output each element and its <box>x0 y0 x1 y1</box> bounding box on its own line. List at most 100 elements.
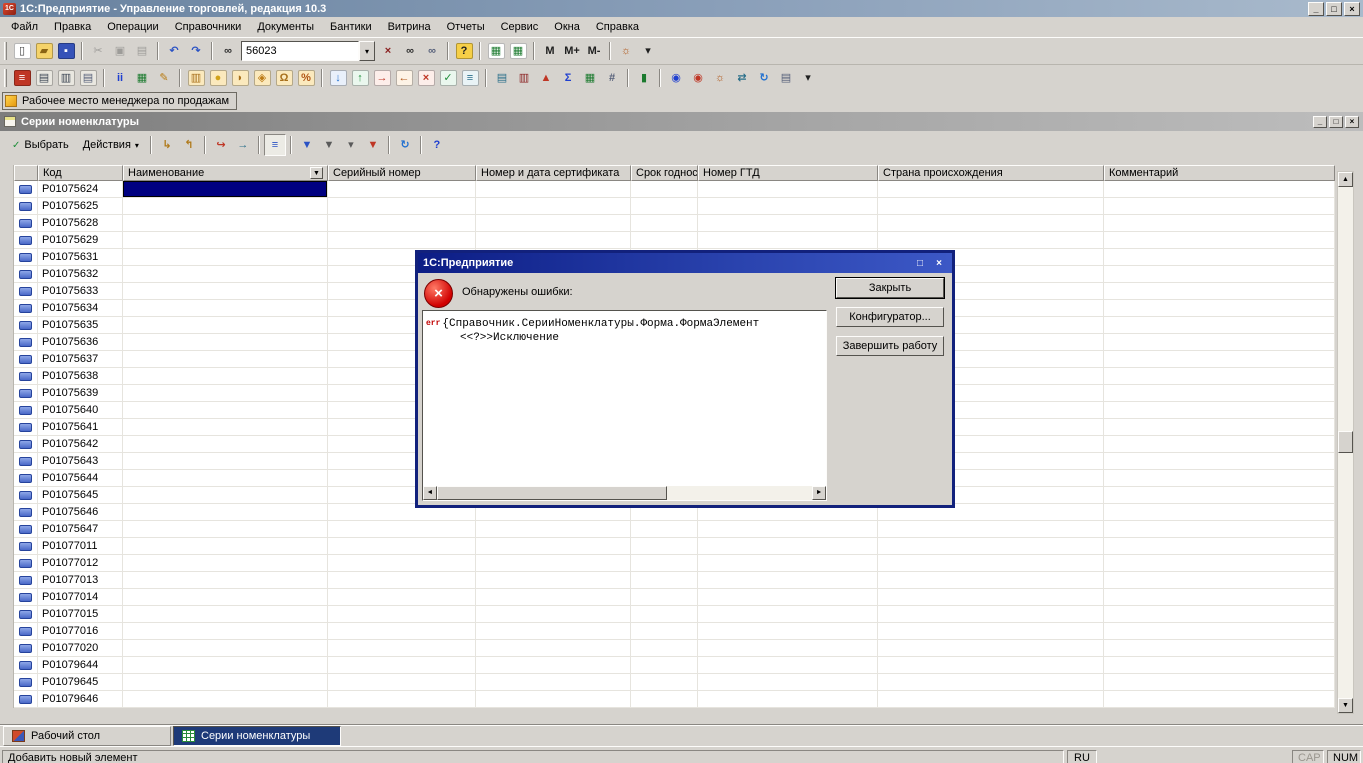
cell-comment[interactable] <box>1104 402 1335 419</box>
cell-name[interactable] <box>123 555 328 572</box>
cell-code[interactable]: Р01077011 <box>38 538 123 555</box>
cell-gtd[interactable] <box>698 538 878 555</box>
table-row[interactable]: Р01077020 <box>14 640 1335 657</box>
outgoing-document-icon[interactable]: ↑ <box>349 67 371 89</box>
posting-document-icon[interactable]: ✓ <box>437 67 459 89</box>
goto-combo-value[interactable]: 56023 <box>241 41 359 61</box>
cell-code[interactable]: Р01075645 <box>38 487 123 504</box>
menu-item-edit[interactable]: Правка <box>46 18 99 36</box>
cell-country[interactable] <box>878 589 1104 606</box>
menu-item-reports[interactable]: Отчеты <box>439 18 493 36</box>
cell-name[interactable] <box>123 317 328 334</box>
cell-code[interactable]: Р01075631 <box>38 249 123 266</box>
cell-exp[interactable] <box>631 623 698 640</box>
clear-filter-icon[interactable]: ▼ <box>362 134 384 156</box>
print-preview-icon[interactable]: ▥ <box>55 67 77 89</box>
table-row[interactable]: Р01077015 <box>14 606 1335 623</box>
cell-serial[interactable] <box>328 589 476 606</box>
cell-comment[interactable] <box>1104 487 1335 504</box>
cell-country[interactable] <box>878 521 1104 538</box>
scroll-right-icon[interactable]: ► <box>812 486 826 500</box>
cell-comment[interactable] <box>1104 181 1335 198</box>
chart-icon[interactable]: ▲ <box>535 67 557 89</box>
cell-gtd[interactable] <box>698 555 878 572</box>
cell-cert[interactable] <box>476 521 631 538</box>
cell-cert[interactable] <box>476 606 631 623</box>
edit-icon[interactable]: ✎ <box>153 67 175 89</box>
cell-name[interactable] <box>123 657 328 674</box>
cell-comment[interactable] <box>1104 640 1335 657</box>
cell-code[interactable]: Р01075644 <box>38 470 123 487</box>
transfer-document-icon[interactable]: → <box>371 67 393 89</box>
table-row[interactable]: Р01079645 <box>14 674 1335 691</box>
cell-name[interactable] <box>123 589 328 606</box>
error-hscrollbar[interactable]: ◄ ► <box>423 486 826 500</box>
cell-comment[interactable] <box>1104 232 1335 249</box>
cell-comment[interactable] <box>1104 453 1335 470</box>
return-document-icon[interactable]: ← <box>393 67 415 89</box>
cell-comment[interactable] <box>1104 351 1335 368</box>
cell-comment[interactable] <box>1104 436 1335 453</box>
table-row[interactable]: Р01077014 <box>14 589 1335 606</box>
cell-name[interactable] <box>123 334 328 351</box>
event-log-icon[interactable]: ▤ <box>775 67 797 89</box>
page-setup-icon[interactable]: ▤ <box>77 67 99 89</box>
cell-code[interactable]: Р01075633 <box>38 283 123 300</box>
scroll-up-icon[interactable]: ▲ <box>1338 172 1353 187</box>
cell-comment[interactable] <box>1104 419 1335 436</box>
cell-serial[interactable] <box>328 623 476 640</box>
cell-code[interactable]: Р01077020 <box>38 640 123 657</box>
cell-serial[interactable] <box>328 606 476 623</box>
cell-code[interactable]: Р01075625 <box>38 198 123 215</box>
cell-country[interactable] <box>878 657 1104 674</box>
grid-header-country[interactable]: Страна происхождения <box>878 165 1104 181</box>
cell-serial[interactable] <box>328 657 476 674</box>
cell-comment[interactable] <box>1104 538 1335 555</box>
cell-comment[interactable] <box>1104 283 1335 300</box>
child-restore-button[interactable]: □ <box>1329 115 1343 128</box>
cell-code[interactable]: Р01075637 <box>38 351 123 368</box>
cell-code[interactable]: Р01077015 <box>38 606 123 623</box>
select-button[interactable]: ✓ Выбрать <box>5 134 76 156</box>
cell-name[interactable] <box>123 470 328 487</box>
cell-name[interactable] <box>123 538 328 555</box>
save-icon[interactable]: ▪ <box>55 40 77 62</box>
cell-cert[interactable] <box>476 674 631 691</box>
menu-item-bantiki[interactable]: Бантики <box>322 18 380 36</box>
find-next-icon[interactable]: ∞ <box>421 40 443 62</box>
help-icon[interactable]: ? <box>426 134 448 156</box>
table-row[interactable]: Р01077016 <box>14 623 1335 640</box>
cell-name[interactable] <box>123 266 328 283</box>
cell-cert[interactable] <box>476 215 631 232</box>
child-minimize-button[interactable]: _ <box>1313 115 1327 128</box>
filter-sort-icon[interactable]: ▼ <box>318 134 340 156</box>
table-row[interactable]: Р01077011 <box>14 538 1335 555</box>
cell-exp[interactable] <box>631 215 698 232</box>
table-row[interactable]: Р01079644 <box>14 657 1335 674</box>
cell-comment[interactable] <box>1104 572 1335 589</box>
cell-name[interactable] <box>123 521 328 538</box>
cell-name[interactable] <box>123 487 328 504</box>
discount-icon[interactable]: % <box>295 67 317 89</box>
grid-header-gtd[interactable]: Номер ГТД <box>698 165 878 181</box>
shutdown-button[interactable]: Завершить работу <box>836 336 944 356</box>
cell-gtd[interactable] <box>698 606 878 623</box>
purse-icon[interactable]: ◗ <box>229 67 251 89</box>
cell-cert[interactable] <box>476 232 631 249</box>
cell-code[interactable]: Р01075643 <box>38 453 123 470</box>
cell-comment[interactable] <box>1104 657 1335 674</box>
cell-name[interactable] <box>123 385 328 402</box>
cell-code[interactable]: Р01075646 <box>38 504 123 521</box>
cell-name[interactable] <box>123 351 328 368</box>
cash-register-icon[interactable]: ▥ <box>185 67 207 89</box>
cell-code[interactable]: Р01075647 <box>38 521 123 538</box>
find-icon[interactable]: ∞ <box>217 40 239 62</box>
memory-recall-button[interactable]: М <box>539 40 561 62</box>
cell-serial[interactable] <box>328 198 476 215</box>
error-text-area[interactable]: err {Справочник.СерииНоменклатуры.Форма.Ф… <box>422 310 827 501</box>
cell-gtd[interactable] <box>698 215 878 232</box>
cell-name[interactable] <box>123 402 328 419</box>
configurator-button[interactable]: Конфигуратор... <box>836 307 944 327</box>
dialog-maximize-button[interactable]: □ <box>912 256 928 270</box>
minimize-button[interactable]: _ <box>1308 1 1324 16</box>
